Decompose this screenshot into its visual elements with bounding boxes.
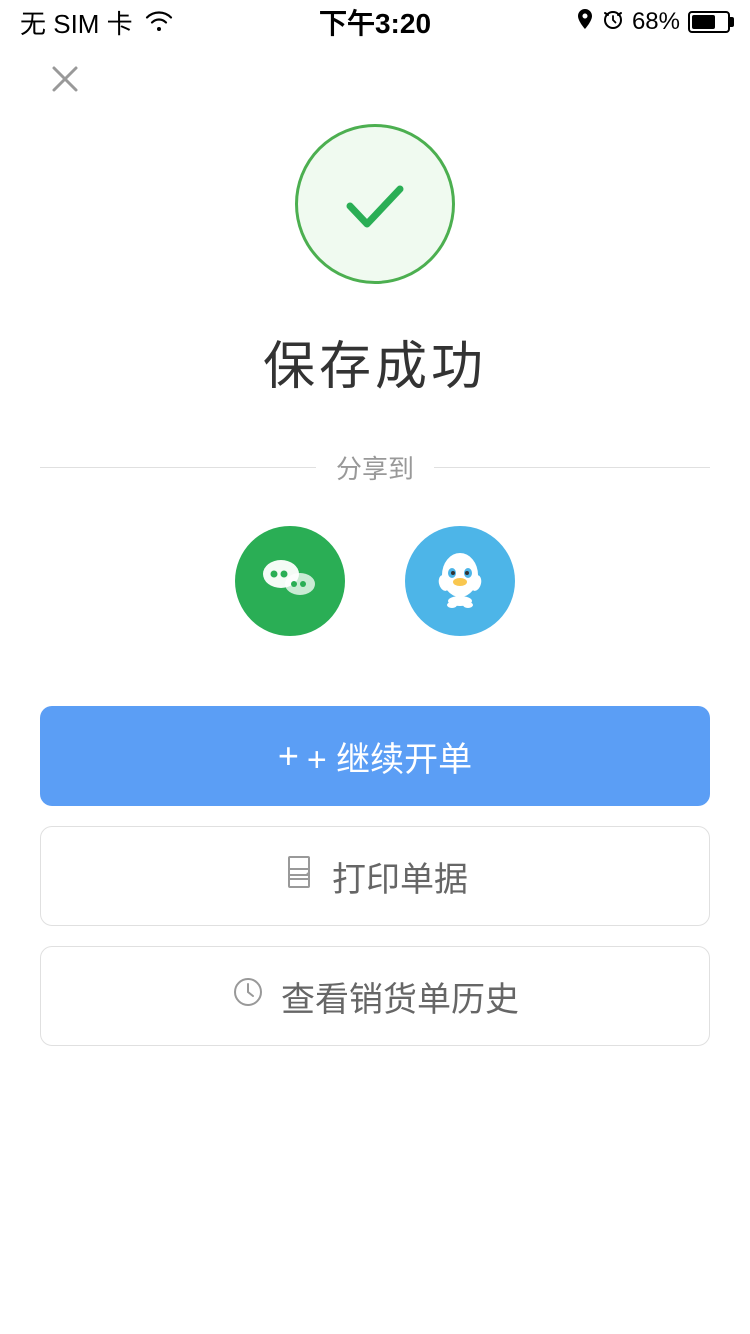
clock-icon bbox=[231, 975, 265, 1018]
divider-right bbox=[434, 467, 710, 468]
battery-icon bbox=[688, 11, 730, 33]
wifi-icon bbox=[145, 7, 173, 38]
plus-icon: + bbox=[278, 735, 299, 777]
alarm-icon bbox=[602, 8, 624, 37]
main-content: 保存成功 分享到 bbox=[0, 44, 750, 1046]
wechat-share-button[interactable] bbox=[235, 526, 345, 636]
close-icon bbox=[50, 64, 80, 94]
no-sim-text: 无 SIM 卡 bbox=[20, 4, 133, 41]
close-button[interactable] bbox=[40, 54, 90, 104]
action-buttons: + + 继续开单 打印单据 查看销货单历史 bbox=[0, 706, 750, 1046]
status-bar-right: 68% bbox=[576, 8, 730, 37]
share-icons-row bbox=[235, 526, 515, 636]
qq-icon bbox=[430, 547, 490, 615]
printer-icon bbox=[282, 855, 316, 898]
share-section: 分享到 bbox=[0, 449, 750, 486]
history-label: 查看销货单历史 bbox=[281, 972, 519, 1021]
status-bar: 无 SIM 卡 下午3:20 68% bbox=[0, 0, 750, 44]
print-button[interactable]: 打印单据 bbox=[40, 826, 710, 926]
print-label: 打印单据 bbox=[332, 852, 468, 901]
success-title: 保存成功 bbox=[263, 324, 487, 399]
continue-label: + 继续开单 bbox=[307, 732, 472, 781]
history-button[interactable]: 查看销货单历史 bbox=[40, 946, 710, 1046]
status-bar-left: 无 SIM 卡 bbox=[20, 4, 173, 41]
divider-left bbox=[40, 467, 316, 468]
share-label: 分享到 bbox=[316, 449, 434, 486]
checkmark-icon bbox=[335, 164, 415, 244]
battery-text: 68% bbox=[632, 8, 680, 36]
qq-share-button[interactable] bbox=[405, 526, 515, 636]
success-circle bbox=[295, 124, 455, 284]
continue-button[interactable]: + + 继续开单 bbox=[40, 706, 710, 806]
status-bar-time: 下午3:20 bbox=[319, 2, 431, 42]
location-icon bbox=[576, 8, 594, 37]
wechat-icon bbox=[258, 554, 322, 608]
